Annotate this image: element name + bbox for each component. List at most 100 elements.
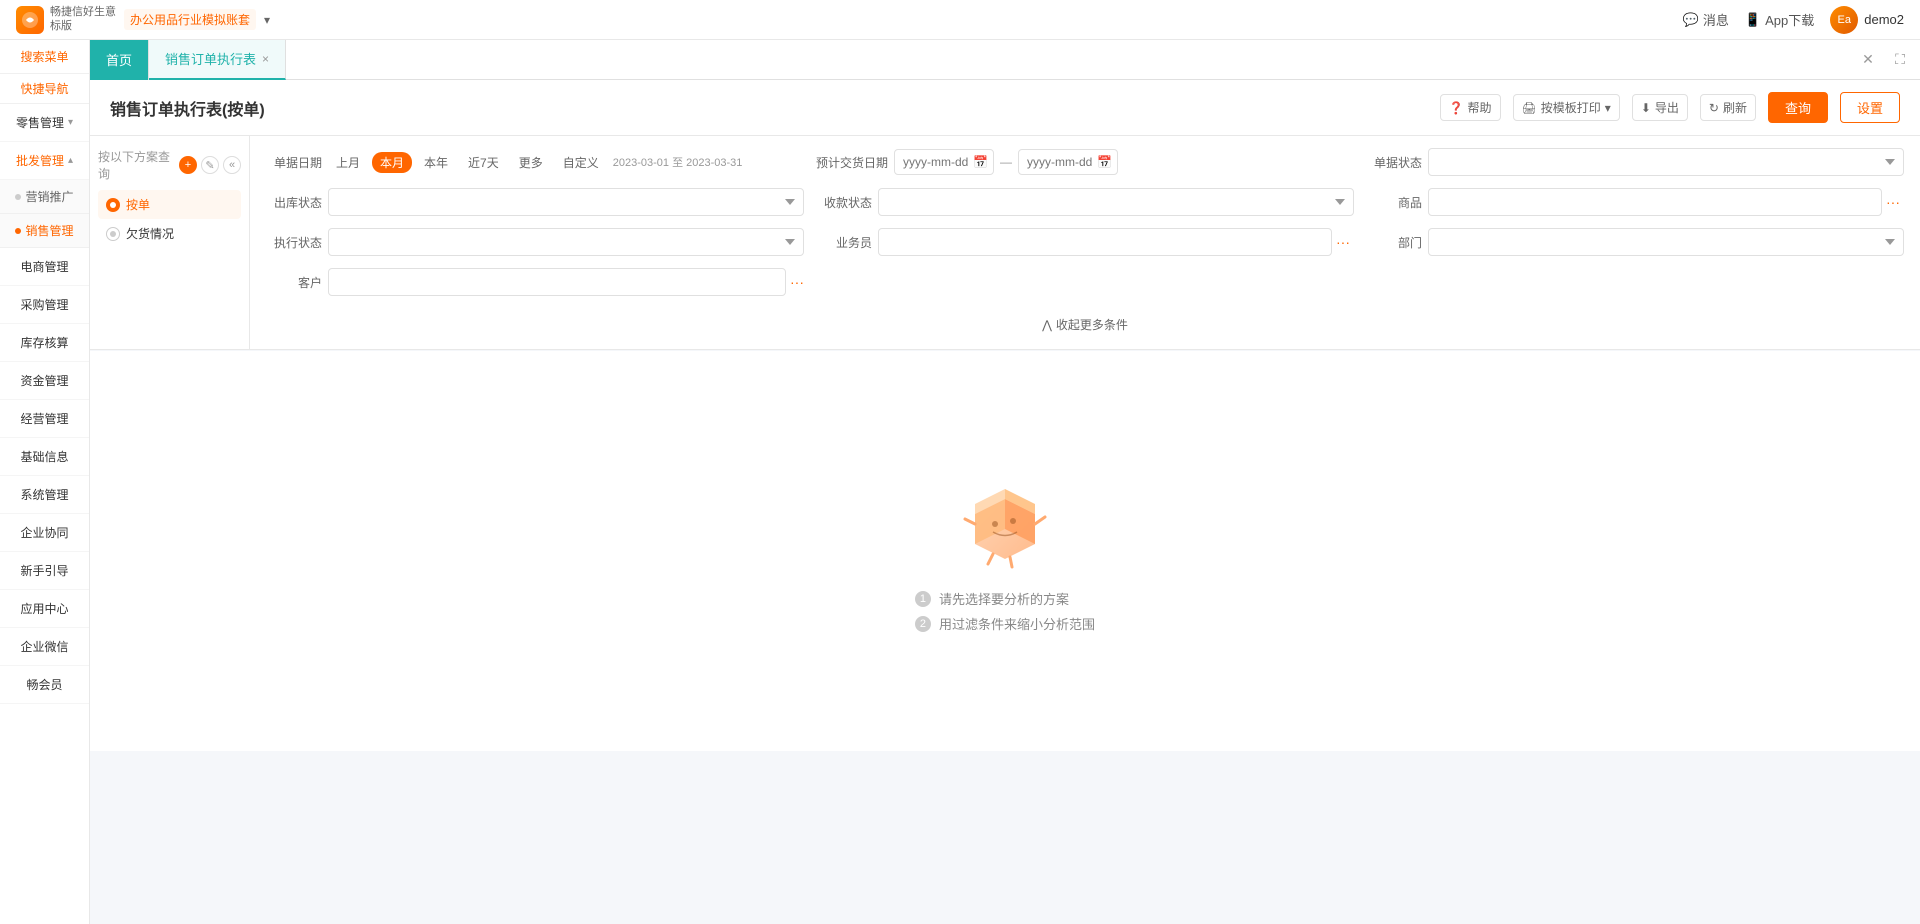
collapse-label: 收起更多条件	[1056, 316, 1128, 333]
sidebar-item-ecommerce[interactable]: 电商管理	[0, 248, 89, 286]
sidebar-nav[interactable]: 快捷导航	[0, 74, 89, 104]
customer-input[interactable]	[328, 268, 786, 296]
user-profile[interactable]: Ea demo2	[1830, 6, 1904, 34]
help-icon: ❓	[1449, 101, 1464, 115]
refresh-label: 刷新	[1723, 99, 1747, 116]
page-title: 销售订单执行表(按单)	[110, 96, 265, 120]
sidebar-search[interactable]: 搜索菜单	[0, 40, 89, 74]
sidebar-item-finance[interactable]: 资金管理	[0, 362, 89, 400]
close-window-button[interactable]: ✕	[1856, 48, 1880, 72]
sidebar-item-operations[interactable]: 经营管理	[0, 400, 89, 438]
out-status-control	[328, 188, 804, 216]
edit-plan-button[interactable]: ✎	[201, 156, 219, 174]
print-button[interactable]: 🖨 按模板打印 ▾	[1513, 94, 1620, 121]
export-icon: ⬇	[1641, 101, 1651, 115]
export-button[interactable]: ⬇ 导出	[1632, 94, 1688, 121]
user-name: demo2	[1864, 12, 1904, 27]
exec-status-select[interactable]	[328, 228, 804, 256]
tab-home[interactable]: 首页	[90, 40, 149, 80]
doc-status-control	[1428, 148, 1904, 176]
doc-status-select[interactable]	[1428, 148, 1904, 176]
date-dash: —	[1000, 155, 1012, 169]
goods-more-button[interactable]: ···	[1882, 194, 1904, 210]
plan-dot-inactive	[106, 227, 120, 241]
home-tab-label: 首页	[106, 50, 132, 69]
plan-item-shortage[interactable]: 欠货情况	[98, 219, 241, 248]
page-header: 销售订单执行表(按单) ❓ 帮助 🖨 按模板打印 ▾ ⬇ 导出	[90, 80, 1920, 136]
sidebar-item-label: 零售管理	[16, 114, 64, 131]
collapse-more-button[interactable]: ⋀ 收起更多条件	[266, 308, 1904, 337]
empty-illustration	[955, 469, 1055, 569]
receive-status-select[interactable]	[878, 188, 1354, 216]
sidebar-item-inventory[interactable]: 库存核算	[0, 324, 89, 362]
date-tag-last-month[interactable]: 上月	[328, 152, 368, 173]
message-icon: 💬	[1683, 12, 1699, 28]
collapse-plan-button[interactable]: «	[223, 156, 241, 174]
sidebar-item-guide[interactable]: 新手引导	[0, 552, 89, 590]
expand-window-button[interactable]: ⛶	[1888, 48, 1912, 72]
message-label: 消息	[1703, 10, 1729, 29]
breadcrumb[interactable]: 办公用品行业模拟账套	[124, 9, 256, 30]
doc-status-field: 单据状态	[1366, 148, 1904, 176]
empty-state: 1 请先选择要分析的方案 2 用过滤条件来缩小分析范围	[90, 351, 1920, 751]
sidebar-item-retail[interactable]: 零售管理 ▾	[0, 104, 89, 142]
goods-input[interactable]	[1428, 188, 1882, 216]
help-button[interactable]: ❓ 帮助	[1440, 94, 1501, 121]
filter-row-1: 单据日期 上月 本月 本年 近7天 更多 自定义 2023-03-01 至 20…	[266, 148, 1904, 176]
message-action[interactable]: 💬 消息	[1683, 10, 1729, 29]
customer-field: 客户 ···	[266, 268, 808, 296]
date-tag-this-year[interactable]: 本年	[416, 152, 456, 173]
page-content: 销售订单执行表(按单) ❓ 帮助 🖨 按模板打印 ▾ ⬇ 导出	[90, 80, 1920, 924]
refresh-button[interactable]: ↻ 刷新	[1700, 94, 1756, 121]
sidebar-item-wholesale[interactable]: 批发管理 ▴	[0, 142, 89, 180]
plan-item-label: 欠货情况	[126, 225, 174, 242]
exec-status-label: 执行状态	[266, 234, 322, 251]
query-button[interactable]: 查询	[1768, 92, 1828, 123]
sidebar-item-purchase[interactable]: 采购管理	[0, 286, 89, 324]
tip-text-1: 请先选择要分析的方案	[939, 589, 1069, 608]
date-tag-custom[interactable]: 自定义	[555, 152, 607, 173]
page-actions: ❓ 帮助 🖨 按模板打印 ▾ ⬇ 导出 ↻ 刷新	[1440, 92, 1900, 123]
tip-num-1: 1	[915, 591, 931, 607]
tab-sales-order[interactable]: 销售订单执行表 ×	[149, 40, 286, 80]
export-label: 导出	[1655, 99, 1679, 116]
plan-item-by-order[interactable]: 按单	[98, 190, 241, 219]
customer-control: ···	[328, 268, 808, 296]
add-plan-button[interactable]: +	[179, 156, 197, 174]
filter-main: 单据日期 上月 本月 本年 近7天 更多 自定义 2023-03-01 至 20…	[250, 136, 1920, 349]
active-tab-label: 销售订单执行表	[165, 49, 256, 68]
filter-sidebar: 按以下方案查询 + ✎ « 按单	[90, 136, 250, 349]
breadcrumb-dropdown[interactable]: ▾	[264, 13, 270, 27]
date-tag-7days[interactable]: 近7天	[460, 152, 507, 173]
salesman-more-button[interactable]: ···	[1332, 234, 1354, 250]
settings-button[interactable]: 设置	[1840, 92, 1900, 123]
doc-status-label: 单据状态	[1366, 154, 1422, 171]
expected-delivery-field: 预计交货日期 📅 — 📅	[816, 149, 1354, 175]
app-download-action[interactable]: 📱 App下载	[1745, 10, 1814, 29]
dept-select[interactable]	[1428, 228, 1904, 256]
sidebar-item-member[interactable]: 畅会员	[0, 666, 89, 704]
sidebar-item-apps[interactable]: 应用中心	[0, 590, 89, 628]
chevron-up-icon: ▴	[68, 155, 73, 166]
date-filter-field: 单据日期 上月 本月 本年 近7天 更多 自定义 2023-03-01 至 20…	[266, 152, 804, 173]
sidebar-item-system[interactable]: 系统管理	[0, 476, 89, 514]
salesman-input[interactable]	[878, 228, 1332, 256]
goods-control: ···	[1428, 188, 1904, 216]
sub-item-marketing[interactable]: 营销推广	[0, 180, 89, 214]
date-tag-this-month[interactable]: 本月	[372, 152, 412, 173]
customer-more-button[interactable]: ···	[786, 274, 808, 290]
filter-panel: 按以下方案查询 + ✎ « 按单	[90, 136, 1920, 350]
sidebar-item-wechat[interactable]: 企业微信	[0, 628, 89, 666]
sidebar-item-enterprise[interactable]: 企业协同	[0, 514, 89, 552]
sidebar: 搜索菜单 快捷导航 零售管理 ▾ 批发管理 ▴ 营销推广 销售管理 电商管理 采…	[0, 40, 90, 924]
tab-close-button[interactable]: ×	[262, 53, 269, 65]
dept-label: 部门	[1366, 234, 1422, 251]
date-tag-more[interactable]: 更多	[511, 152, 551, 173]
out-status-select[interactable]	[328, 188, 804, 216]
avatar: Ea	[1830, 6, 1858, 34]
customer-label: 客户	[266, 274, 322, 291]
sub-item-sales[interactable]: 销售管理	[0, 214, 89, 248]
print-label: 按模板打印	[1541, 99, 1601, 116]
sidebar-item-basic[interactable]: 基础信息	[0, 438, 89, 476]
sub-dot	[15, 194, 21, 200]
